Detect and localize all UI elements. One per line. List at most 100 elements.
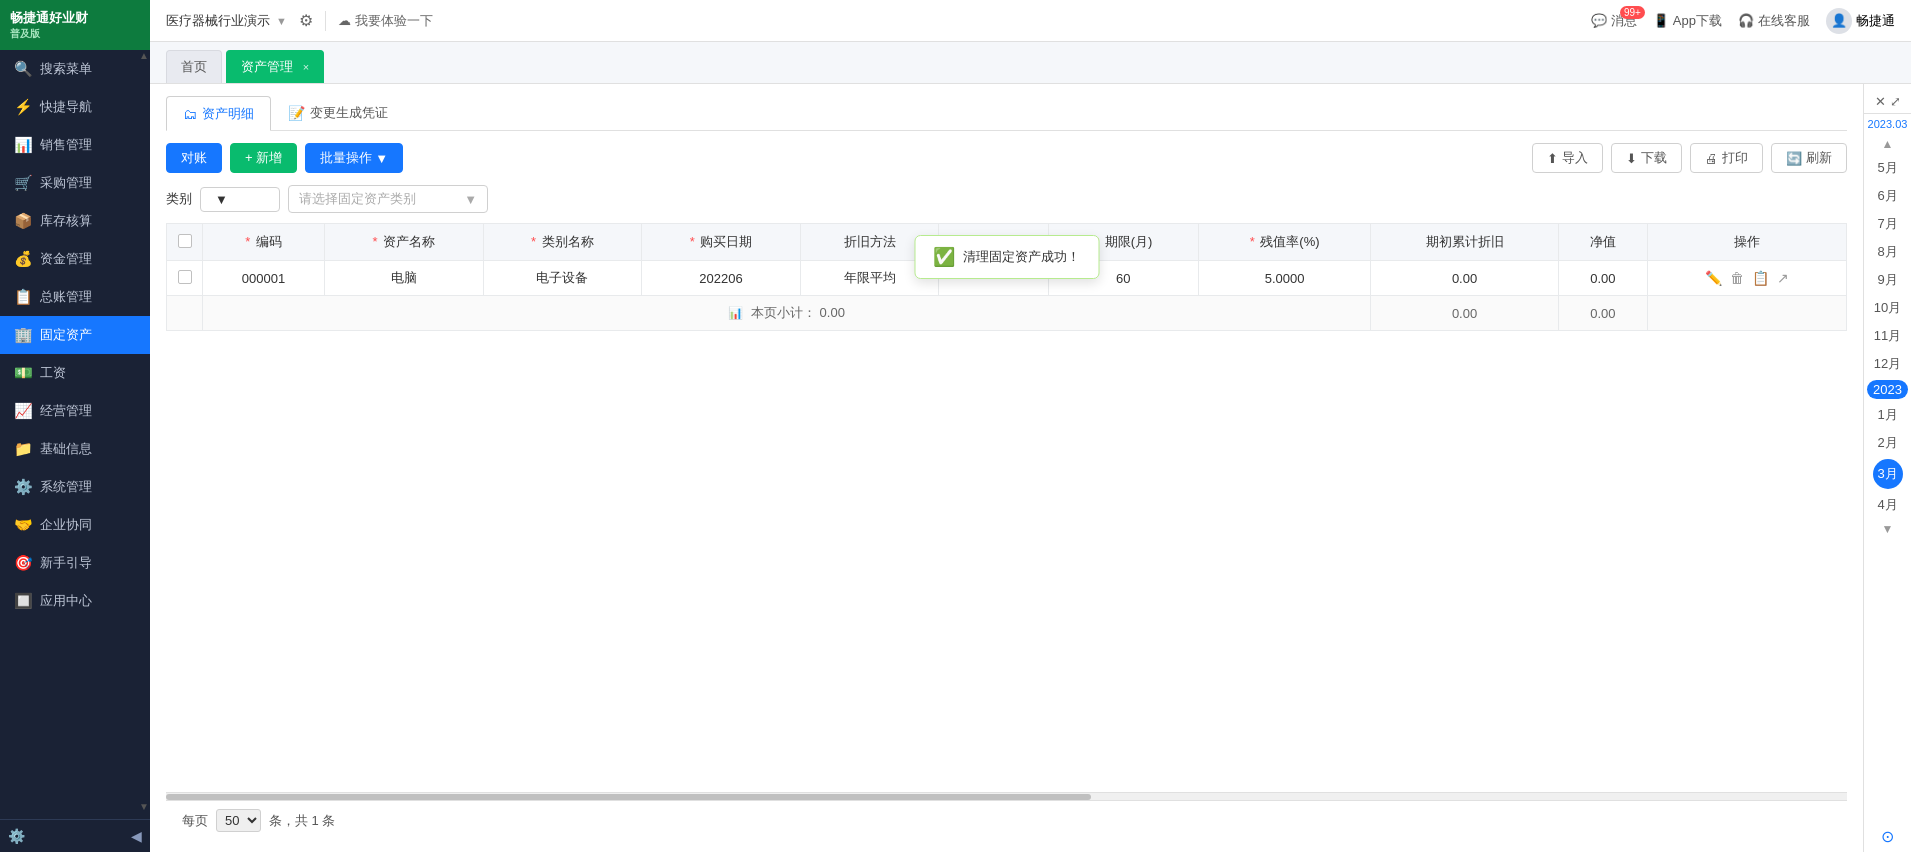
- subtotal-icon: 📊: [728, 306, 743, 320]
- subtotal-empty-checkbox: [167, 296, 203, 331]
- sidebar-item-fixed-assets[interactable]: 🏢 固定资产: [0, 316, 150, 354]
- import-icon: ⬆: [1547, 151, 1558, 166]
- header-category-label: 类别名称: [542, 234, 594, 249]
- message-button[interactable]: 💬 消息 99+: [1591, 12, 1637, 30]
- month-2[interactable]: 2月: [1864, 429, 1911, 457]
- collapse-icon[interactable]: ◀: [131, 828, 142, 844]
- import-button[interactable]: ⬆ 导入: [1532, 143, 1603, 173]
- asset-detail-icon: 🗂: [183, 106, 197, 122]
- panel-nav-down[interactable]: ▼: [1882, 519, 1894, 539]
- panel-nav-up[interactable]: ▲: [1882, 134, 1894, 154]
- funds-icon: 💰: [14, 250, 32, 268]
- year-2023-marker[interactable]: 2023: [1867, 380, 1908, 399]
- subtab-asset-detail[interactable]: 🗂 资产明细: [166, 96, 271, 131]
- app-name: 畅捷通好业财: [10, 9, 88, 27]
- sidebar-item-sales[interactable]: 📊 销售管理: [0, 126, 150, 164]
- ledger-icon: 📋: [14, 288, 32, 306]
- purchase-icon: 🛒: [14, 174, 32, 192]
- sidebar: 畅捷通好业财 普及版 ▲ ▼ 🔍 搜索菜单 ⚡ 快捷导航 📊 销售管理 🛒 采购…: [0, 0, 150, 852]
- experience-button[interactable]: ☁ 我要体验一下: [338, 12, 433, 30]
- guide-icon: 🎯: [14, 554, 32, 572]
- category-type-select[interactable]: ▼: [200, 187, 280, 212]
- company-settings-icon[interactable]: ⚙: [299, 11, 313, 30]
- change-voucher-icon: 📝: [288, 105, 305, 121]
- sidebar-item-ledger[interactable]: 📋 总账管理: [0, 278, 150, 316]
- app-download-button[interactable]: 📱 App下载: [1653, 12, 1722, 30]
- row-checkbox[interactable]: [178, 270, 192, 284]
- month-3-active[interactable]: 3月: [1873, 459, 1903, 489]
- user-menu[interactable]: 👤 畅捷通: [1826, 8, 1895, 34]
- refresh-icon: 🔄: [1786, 151, 1802, 166]
- subtab-change-voucher[interactable]: 📝 变更生成凭证: [271, 96, 405, 130]
- month-5[interactable]: 5月: [1864, 154, 1911, 182]
- new-button[interactable]: + 新增: [230, 143, 297, 173]
- sidebar-label-ledger: 总账管理: [40, 288, 92, 306]
- download-icon: 📱: [1653, 13, 1669, 28]
- main-area: 医疗器械行业演示 ▼ ⚙ ☁ 我要体验一下 💬 消息 99+ 📱 App下载 🎧…: [150, 0, 1911, 852]
- panel-expand-icon[interactable]: ⤢: [1890, 94, 1901, 109]
- month-9[interactable]: 9月: [1864, 266, 1911, 294]
- sidebar-item-funds[interactable]: 💰 资金管理: [0, 240, 150, 278]
- page-size-select[interactable]: 50: [216, 809, 261, 832]
- panel-scroll-indicator[interactable]: ⊙: [1881, 827, 1894, 846]
- month-1[interactable]: 1月: [1864, 401, 1911, 429]
- fixed-assets-icon: 🏢: [14, 326, 32, 344]
- header-net-value-label: 净值: [1590, 234, 1616, 249]
- message-badge: 99+: [1620, 6, 1645, 19]
- online-service-button[interactable]: 🎧 在线客服: [1738, 12, 1810, 30]
- tab-home[interactable]: 首页: [166, 50, 222, 83]
- category-dropdown-icon: ▼: [464, 192, 477, 207]
- delete-icon[interactable]: 🗑: [1730, 270, 1744, 286]
- system-icon: ⚙️: [14, 478, 32, 496]
- new-label: + 新增: [245, 149, 282, 167]
- download-button[interactable]: ⬇ 下载: [1611, 143, 1682, 173]
- month-7[interactable]: 7月: [1864, 210, 1911, 238]
- avatar: 👤: [1826, 8, 1852, 34]
- sidebar-nav: 🔍 搜索菜单 ⚡ 快捷导航 📊 销售管理 🛒 采购管理 📦 库存核算 💰 资金管…: [0, 50, 150, 819]
- select-all-checkbox[interactable]: [178, 234, 192, 248]
- sidebar-item-purchase[interactable]: 🛒 采购管理: [0, 164, 150, 202]
- settings-icon[interactable]: ⚙️: [8, 828, 25, 844]
- sidebar-item-guide[interactable]: 🎯 新手引导: [0, 544, 150, 582]
- tab-home-label: 首页: [181, 59, 207, 74]
- tab-close-icon[interactable]: ×: [303, 61, 309, 73]
- month-4[interactable]: 4月: [1864, 491, 1911, 519]
- sidebar-item-payroll[interactable]: 💵 工资: [0, 354, 150, 392]
- sidebar-item-ops[interactable]: 📈 经营管理: [0, 392, 150, 430]
- more-icon[interactable]: ↗: [1777, 270, 1789, 286]
- row-net-value: 0.00: [1558, 261, 1647, 296]
- category-input[interactable]: 请选择固定资产类别 ▼: [288, 185, 488, 213]
- month-10[interactable]: 10月: [1864, 294, 1911, 322]
- sidebar-item-quick-nav[interactable]: ⚡ 快捷导航: [0, 88, 150, 126]
- avatar-icon: 👤: [1831, 13, 1847, 28]
- row-actions: ✏️ 🗑 📋 ↗: [1647, 261, 1846, 296]
- company-selector[interactable]: 医疗器械行业演示 ▼: [166, 12, 287, 30]
- sidebar-label-guide: 新手引导: [40, 554, 92, 572]
- horizontal-scrollbar[interactable]: [166, 792, 1847, 800]
- month-8[interactable]: 8月: [1864, 238, 1911, 266]
- sidebar-scroll-down[interactable]: ▼: [139, 801, 149, 812]
- sidebar-label-inventory: 库存核算: [40, 212, 92, 230]
- copy-icon[interactable]: 📋: [1752, 270, 1769, 286]
- month-6[interactable]: 6月: [1864, 182, 1911, 210]
- month-12[interactable]: 12月: [1864, 350, 1911, 378]
- batch-ops-button[interactable]: 批量操作 ▼: [305, 143, 403, 173]
- sidebar-item-collab[interactable]: 🤝 企业协同: [0, 506, 150, 544]
- reconcile-button[interactable]: 对账: [166, 143, 222, 173]
- edit-icon[interactable]: ✏️: [1705, 270, 1722, 286]
- scrollbar-thumb[interactable]: [166, 794, 1091, 800]
- sidebar-item-inventory[interactable]: 📦 库存核算: [0, 202, 150, 240]
- sidebar-item-app-center[interactable]: 🔲 应用中心: [0, 582, 150, 620]
- sidebar-scroll-up[interactable]: ▲: [139, 50, 149, 61]
- print-button[interactable]: 🖨 打印: [1690, 143, 1763, 173]
- tab-asset-mgmt[interactable]: 资产管理 ×: [226, 50, 324, 83]
- panel-close-icon[interactable]: ✕: [1875, 94, 1886, 109]
- month-11[interactable]: 11月: [1864, 322, 1911, 350]
- topbar: 医疗器械行业演示 ▼ ⚙ ☁ 我要体验一下 💬 消息 99+ 📱 App下载 🎧…: [150, 0, 1911, 42]
- refresh-button[interactable]: 🔄 刷新: [1771, 143, 1847, 173]
- sidebar-label-system: 系统管理: [40, 478, 92, 496]
- sidebar-item-system[interactable]: ⚙️ 系统管理: [0, 468, 150, 506]
- sidebar-item-basic-info[interactable]: 📁 基础信息: [0, 430, 150, 468]
- header-residual-rate: * 残值率(%): [1198, 224, 1370, 261]
- sidebar-item-search[interactable]: 🔍 搜索菜单: [0, 50, 150, 88]
